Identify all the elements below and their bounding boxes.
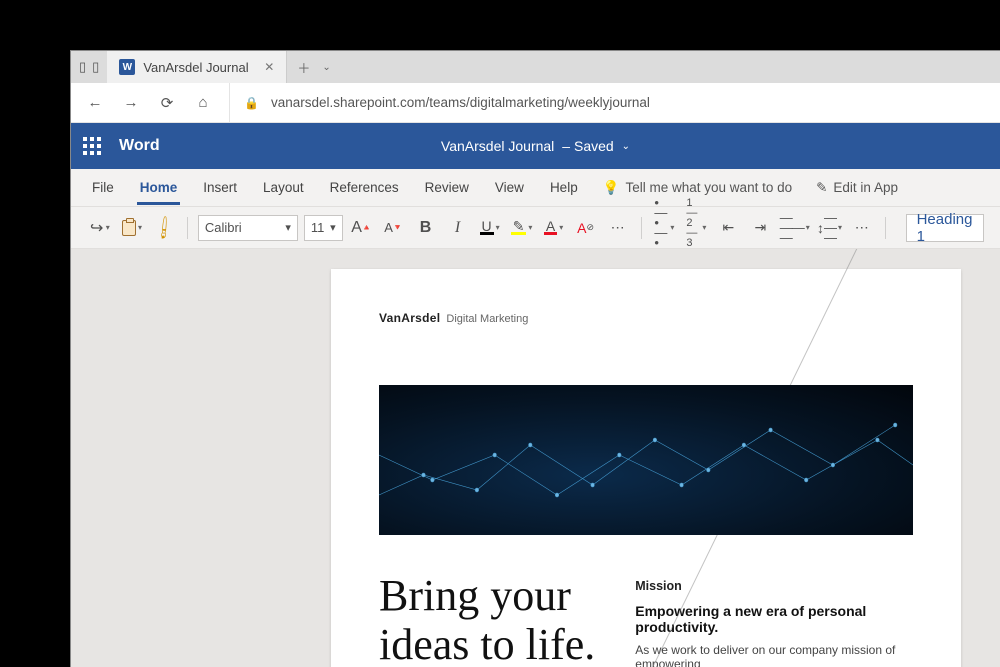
chevron-down-icon: ⌄	[622, 141, 630, 152]
tab-references[interactable]: References	[329, 180, 400, 195]
separator	[885, 217, 886, 239]
app-launcher-icon[interactable]	[83, 137, 101, 155]
headline-line1: Bring your	[379, 571, 571, 620]
tab-review[interactable]: Review	[424, 180, 470, 195]
edit-in-app-label: Edit in App	[833, 180, 898, 195]
browser-navbar: ← → ⟳ ⌂ 🔒 vanarsdel.sharepoint.com/teams…	[71, 83, 1000, 123]
window-icon-tabs[interactable]: ▯	[92, 59, 99, 75]
shrink-font-button[interactable]: A🔻	[381, 214, 407, 242]
document-save-state: – Saved	[562, 138, 613, 154]
document-title-block[interactable]: VanArsdel Journal – Saved ⌄	[441, 138, 630, 154]
line-spacing-button[interactable]: ↕———▾	[816, 214, 843, 242]
tab-chevron-icon[interactable]: ⌄	[322, 62, 330, 73]
brand-name: VanArsdel	[379, 311, 440, 325]
clear-format-button[interactable]: A⊘	[573, 214, 599, 242]
tab-view[interactable]: View	[494, 180, 525, 195]
window-icon-set-aside[interactable]: ▯	[79, 59, 86, 75]
ribbon-toolbar: ↩▾ ▾ 🖌 Calibri ▾ 11 ▾ A🔺 A🔻 B I U▾ ✎▾ A▾…	[71, 207, 1000, 249]
home-icon[interactable]: ⌂	[193, 94, 213, 111]
tell-me-search[interactable]: 💡 Tell me what you want to do	[603, 180, 792, 196]
edit-in-app-button[interactable]: ✎ Edit in App	[816, 180, 898, 196]
highlight-button[interactable]: ✎▾	[509, 214, 535, 242]
undo-button[interactable]: ↩▾	[87, 214, 113, 242]
mission-headline: Empowering a new era of personal product…	[635, 603, 913, 635]
tab-home[interactable]: Home	[139, 180, 179, 195]
new-tab-icon[interactable]: ＋	[297, 58, 310, 77]
font-name-value: Calibri	[205, 220, 242, 235]
paste-button[interactable]: ▾	[119, 214, 145, 242]
app-name: Word	[119, 137, 160, 155]
separator	[641, 217, 642, 239]
decrease-indent-button[interactable]: ⇤	[715, 214, 741, 242]
app-titlebar: Word VanArsdel Journal – Saved ⌄	[71, 123, 1000, 169]
font-name-select[interactable]: Calibri ▾	[198, 215, 298, 241]
style-select[interactable]: Heading 1	[906, 214, 984, 242]
pencil-icon: ✎	[816, 180, 827, 196]
browser-tabstrip: ▯ ▯ W VanArsdel Journal ✕ ＋ ⌄	[71, 51, 1000, 83]
align-button[interactable]: ————▾	[779, 214, 810, 242]
back-icon[interactable]: ←	[85, 94, 105, 111]
url-text: vanarsdel.sharepoint.com/teams/digitalma…	[271, 95, 650, 110]
mission-body: As we work to deliver on our company mis…	[635, 643, 913, 667]
document-headline[interactable]: Bring your ideas to life.	[379, 571, 595, 667]
tab-file[interactable]: File	[91, 180, 115, 195]
brand-header: VanArsdel Digital Marketing	[379, 311, 913, 325]
separator	[187, 217, 188, 239]
tab-title: VanArsdel Journal	[143, 60, 248, 75]
tab-insert[interactable]: Insert	[202, 180, 238, 195]
refresh-icon[interactable]: ⟳	[157, 94, 177, 112]
document-canvas[interactable]: VanArsdel Digital Marketing	[71, 249, 1000, 667]
format-painter-button[interactable]: 🖌	[151, 214, 177, 242]
italic-button[interactable]: I	[445, 214, 471, 242]
tell-me-label: Tell me what you want to do	[626, 180, 793, 195]
brand-subtitle: Digital Marketing	[446, 313, 528, 325]
ribbon-tabs: File Home Insert Layout References Revie…	[71, 169, 1000, 207]
more-para-button[interactable]: ⋯	[849, 214, 875, 242]
style-value: Heading 1	[917, 211, 973, 245]
close-tab-icon[interactable]: ✕	[264, 60, 274, 74]
lock-icon: 🔒	[244, 96, 259, 110]
headline-line2: ideas to life.	[379, 620, 595, 667]
document-title: VanArsdel Journal	[441, 138, 554, 154]
document-page[interactable]: VanArsdel Digital Marketing	[331, 269, 961, 667]
font-color-button[interactable]: A▾	[541, 214, 567, 242]
increase-indent-button[interactable]: ⇥	[747, 214, 773, 242]
grow-font-button[interactable]: A🔺	[349, 214, 375, 242]
forward-icon[interactable]: →	[121, 94, 141, 111]
tab-help[interactable]: Help	[549, 180, 579, 195]
more-font-button[interactable]: ⋯	[605, 214, 631, 242]
bullets-button[interactable]: •—•—•—▾	[651, 214, 677, 242]
tab-layout[interactable]: Layout	[262, 180, 305, 195]
underline-button[interactable]: U▾	[477, 214, 503, 242]
address-bar[interactable]: 🔒 vanarsdel.sharepoint.com/teams/digital…	[229, 83, 986, 122]
bold-button[interactable]: B	[413, 214, 439, 242]
lightbulb-icon: 💡	[603, 180, 620, 196]
numbering-button[interactable]: 1—2—3—▾	[683, 214, 709, 242]
font-size-select[interactable]: 11 ▾	[304, 215, 343, 241]
browser-tab-active[interactable]: W VanArsdel Journal ✕	[107, 51, 287, 83]
hero-image	[379, 385, 913, 535]
font-size-value: 11	[311, 220, 325, 235]
mission-label: Mission	[635, 579, 913, 593]
word-favicon-icon: W	[119, 59, 135, 75]
